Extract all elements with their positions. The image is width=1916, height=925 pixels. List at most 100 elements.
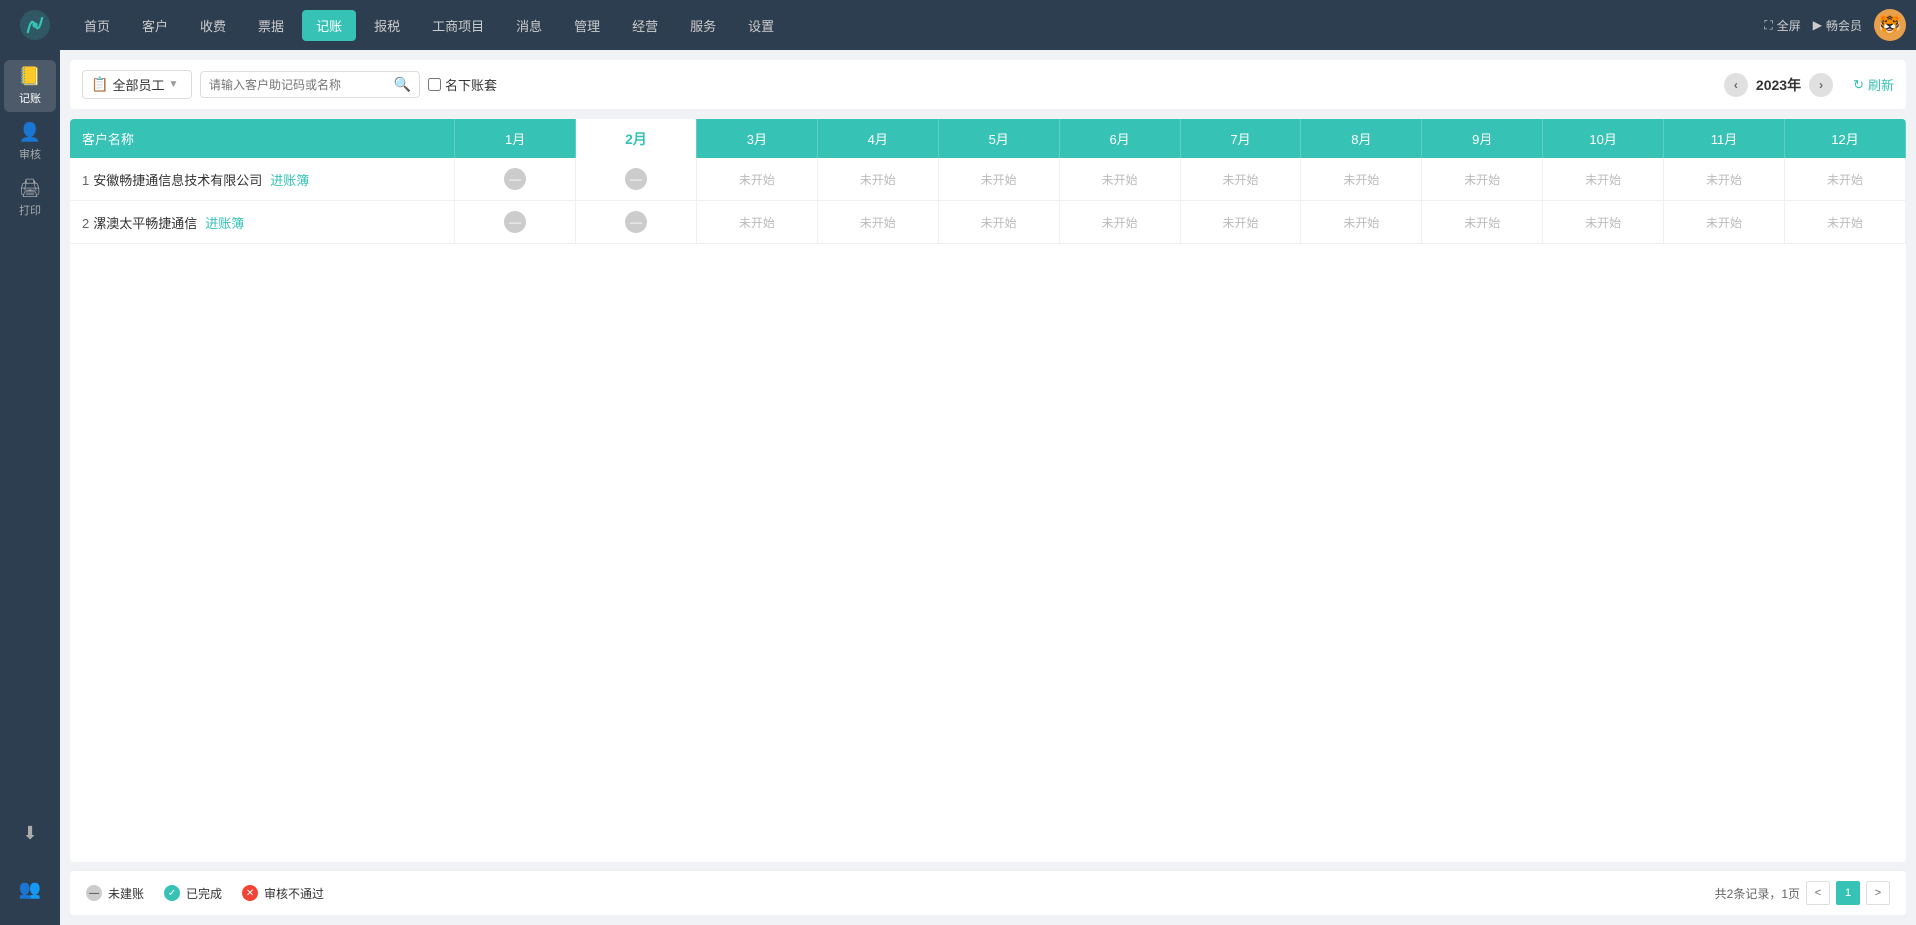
status-not-started: 未开始 (1343, 173, 1379, 187)
col-feb: 2月 (576, 119, 697, 158)
table-row: 1安徽畅捷通信息技术有限公司进账簿——未开始未开始未开始未开始未开始未开始未开始… (70, 158, 1906, 201)
status-not-started: 未开始 (1222, 216, 1258, 230)
status-dash: — (625, 211, 647, 233)
feb-circle: 2月 (620, 123, 652, 155)
month-cell-8: 未开始 (1301, 201, 1422, 244)
nav-operation[interactable]: 经营 (618, 10, 672, 41)
status-not-started: 未开始 (1343, 216, 1379, 230)
play-icon: ▶ (1813, 18, 1822, 32)
status-not-started: 未开始 (1585, 216, 1621, 230)
status-dash: — (625, 168, 647, 190)
month-cell-9: 未开始 (1422, 201, 1543, 244)
main-content: 📋 全部员工 ▼ 🔍 名下账套 ‹ 2023年 › ↻ 刷新 (60, 50, 1916, 925)
month-cell-11: 未开始 (1664, 201, 1785, 244)
status-not-started: 未开始 (1706, 173, 1742, 187)
month-cell-11: 未开始 (1664, 158, 1785, 201)
month-cell-2: — (576, 201, 697, 244)
customer-name: 漯澳太平畅捷通信 (93, 216, 197, 231)
month-cell-10: 未开始 (1543, 158, 1664, 201)
col-customer: 客户名称 (70, 119, 455, 158)
sidebar: 📒 记账 👤 审核 🖨 打印 ⬇ 👥 (0, 50, 60, 925)
year-navigation: ‹ 2023年 › (1724, 73, 1833, 97)
nav-business[interactable]: 工商项目 (418, 10, 498, 41)
enter-ledger-link[interactable]: 进账簿 (205, 216, 244, 231)
nav-home[interactable]: 首页 (70, 10, 124, 41)
table-footer: — 未建账 ✓ 已完成 ✕ 审核不通过 共2条记录，1页 < 1 > (70, 870, 1906, 915)
status-not-started: 未开始 (1464, 216, 1500, 230)
month-cell-6: 未开始 (1059, 158, 1180, 201)
search-input[interactable] (209, 78, 388, 92)
col-mar: 3月 (696, 119, 817, 158)
status-not-started: 未开始 (860, 173, 896, 187)
month-cell-12: 未开始 (1784, 201, 1905, 244)
filter-bar: 📋 全部员工 ▼ 🔍 名下账套 ‹ 2023年 › ↻ 刷新 (70, 60, 1906, 109)
month-cell-9: 未开始 (1422, 158, 1543, 201)
nav-customer[interactable]: 客户 (128, 10, 182, 41)
chevron-down-icon: ▼ (168, 79, 178, 90)
next-page-button[interactable]: > (1866, 881, 1890, 905)
status-not-started: 未开始 (1827, 173, 1863, 187)
fullscreen-icon: ⛶ (1764, 18, 1772, 33)
sidebar-item-accounting[interactable]: 📒 记账 (4, 60, 56, 112)
enter-ledger-link[interactable]: 进账簿 (270, 173, 309, 188)
nav-billing[interactable]: 收费 (186, 10, 240, 41)
refresh-icon: ↻ (1853, 77, 1864, 93)
col-nov: 11月 (1664, 119, 1785, 158)
table-scroll-area[interactable]: 客户名称 1月 2月 3月 4月 5月 6月 7月 8月 9月 (70, 119, 1906, 862)
status-not-started: 未开始 (1585, 173, 1621, 187)
row-index: 1 (82, 173, 89, 188)
col-apr: 4月 (817, 119, 938, 158)
prev-year-button[interactable]: ‹ (1724, 73, 1748, 97)
status-not-started: 未开始 (1102, 173, 1138, 187)
sidebar-item-help[interactable]: 👥 (4, 863, 56, 915)
col-oct: 10月 (1543, 119, 1664, 158)
app-logo[interactable] (10, 9, 60, 41)
employee-select[interactable]: 📋 全部员工 ▼ (82, 70, 192, 99)
sidebar-bottom: ⬇ 👥 (4, 807, 56, 925)
status-dash: — (504, 211, 526, 233)
month-cell-3: 未开始 (696, 158, 817, 201)
col-jul: 7月 (1180, 119, 1301, 158)
sidebar-item-print[interactable]: 🖨 打印 (4, 172, 56, 224)
month-cell-4: 未开始 (817, 201, 938, 244)
user-avatar[interactable]: 🐯 (1874, 9, 1906, 41)
search-wrap: 🔍 (200, 71, 420, 98)
nav-message[interactable]: 消息 (502, 10, 556, 41)
refresh-button[interactable]: ↻ 刷新 (1853, 75, 1894, 94)
nav-tax[interactable]: 报税 (360, 10, 414, 41)
prev-page-button[interactable]: < (1806, 881, 1830, 905)
fullscreen-button[interactable]: ⛶ 全屏 (1764, 17, 1800, 34)
status-not-started: 未开始 (1827, 216, 1863, 230)
status-not-started: 未开始 (860, 216, 896, 230)
member-button[interactable]: ▶ 畅会员 (1813, 17, 1862, 34)
search-button[interactable]: 🔍 (394, 76, 411, 93)
status-not-started: 未开始 (1102, 216, 1138, 230)
nav-manage[interactable]: 管理 (560, 10, 614, 41)
nav-menu: 首页 客户 收费 票据 记账 报税 工商项目 消息 管理 经营 服务 设置 (70, 10, 1764, 41)
nav-settings[interactable]: 设置 (734, 10, 788, 41)
sidebar-item-download[interactable]: ⬇ (4, 807, 56, 859)
status-not-started: 未开始 (1706, 216, 1742, 230)
sidebar-item-review[interactable]: 👤 审核 (4, 116, 56, 168)
next-year-button[interactable]: › (1809, 73, 1833, 97)
month-cell-2: — (576, 158, 697, 201)
print-icon: 🖨 (19, 178, 42, 199)
legend-teal-dot: ✓ (164, 885, 180, 901)
col-may: 5月 (938, 119, 1059, 158)
nav-invoice[interactable]: 票据 (244, 10, 298, 41)
legend-not-built: — 未建账 (86, 885, 144, 902)
row-index: 2 (82, 216, 89, 231)
nav-service[interactable]: 服务 (676, 10, 730, 41)
my-accounts-checkbox[interactable]: 名下账套 (428, 75, 497, 94)
col-aug: 8月 (1301, 119, 1422, 158)
my-accounts-check[interactable] (428, 78, 441, 91)
month-cell-8: 未开始 (1301, 158, 1422, 201)
current-page-button[interactable]: 1 (1836, 881, 1860, 905)
month-cell-3: 未开始 (696, 201, 817, 244)
customer-cell: 1安徽畅捷通信息技术有限公司进账簿 (70, 158, 455, 201)
month-cell-4: 未开始 (817, 158, 938, 201)
nav-accounting[interactable]: 记账 (302, 10, 356, 41)
col-dec: 12月 (1784, 119, 1905, 158)
month-cell-10: 未开始 (1543, 201, 1664, 244)
month-cell-5: 未开始 (938, 158, 1059, 201)
